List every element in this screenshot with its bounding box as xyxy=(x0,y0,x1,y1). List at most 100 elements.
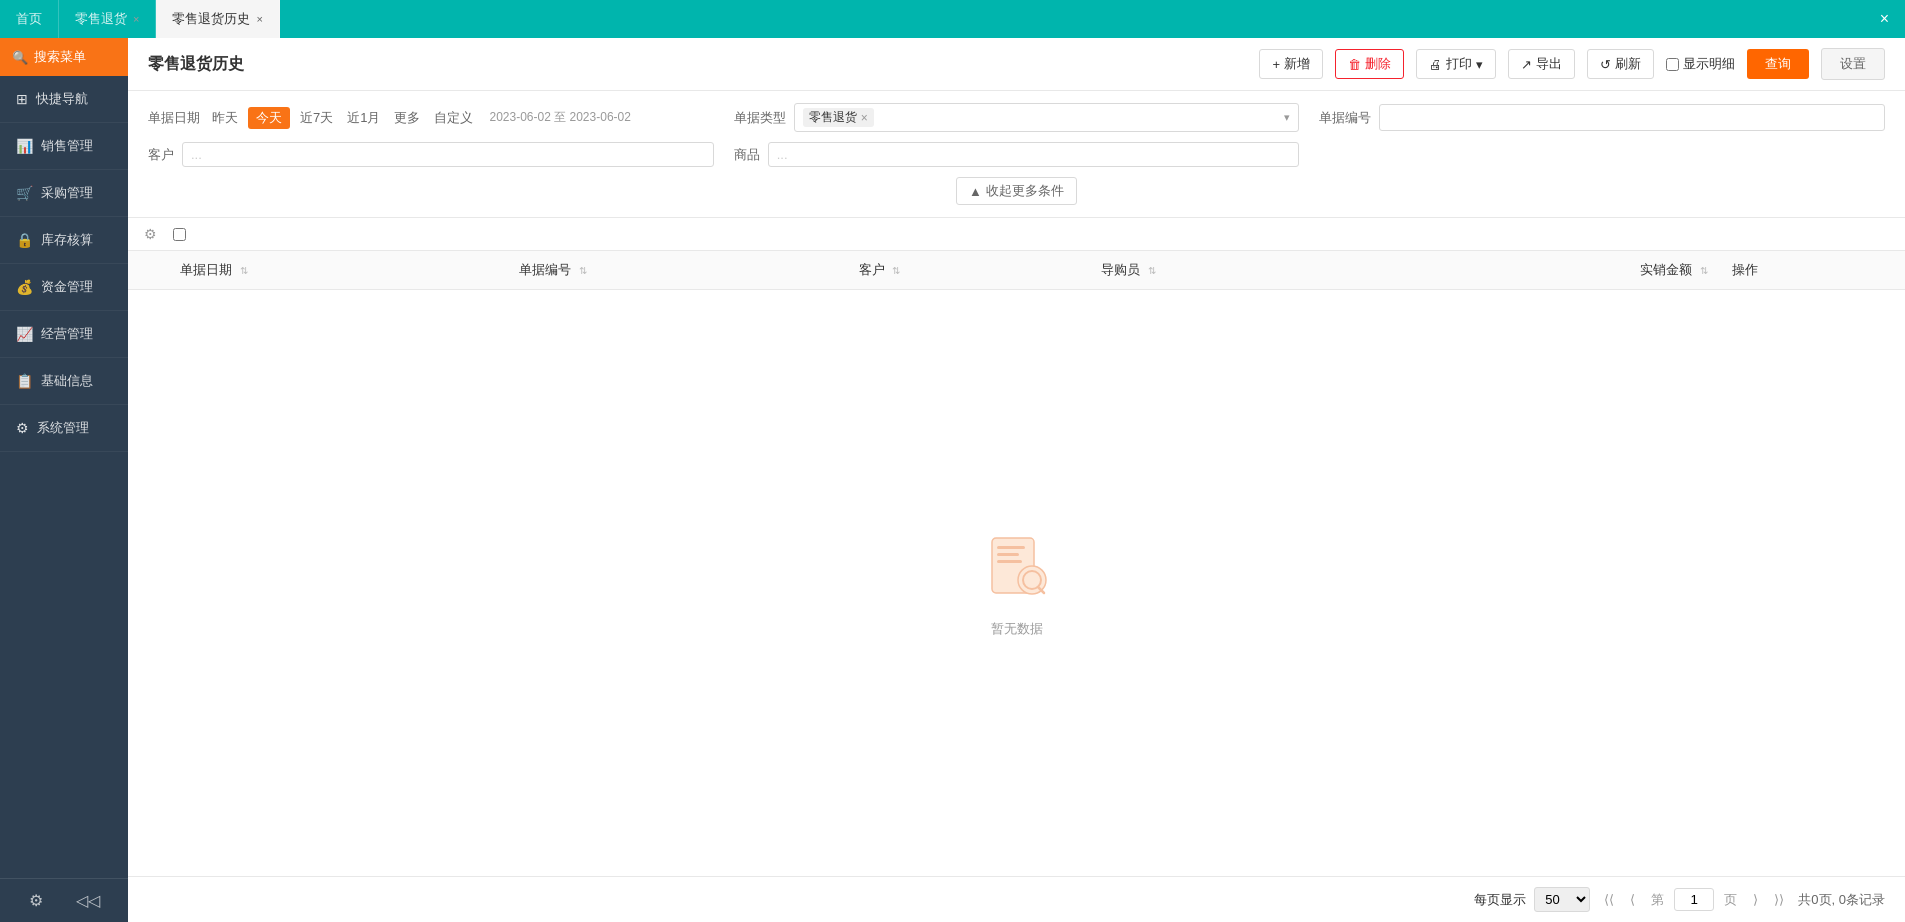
empty-text: 暂无数据 xyxy=(991,620,1043,638)
sidebar-item-system[interactable]: ⚙ 系统管理 xyxy=(0,405,128,452)
date-opt-today[interactable]: 今天 xyxy=(248,107,290,129)
date-opt-1month[interactable]: 近1月 xyxy=(343,107,384,129)
quick-nav-icon: ⊞ xyxy=(16,91,28,107)
pagination: 每页显示 10 20 50 100 ⟨⟨ ⟨ 第 页 ⟩ ⟩⟩ 共0页, 0条记… xyxy=(128,876,1905,922)
query-button[interactable]: 查询 xyxy=(1747,49,1809,79)
refresh-icon: ↺ xyxy=(1600,57,1611,72)
last-page-button[interactable]: ⟩⟩ xyxy=(1768,890,1790,909)
tab-retail-return-label: 零售退货 xyxy=(75,10,127,28)
sidebar-item-base-info[interactable]: 📋 基础信息 xyxy=(0,358,128,405)
prev-page-button[interactable]: ⟨ xyxy=(1624,890,1641,909)
data-table: 单据日期 ⇅ 单据编号 ⇅ 客户 ⇅ 导购员 ⇅ xyxy=(128,251,1905,290)
close-retail-return-tab[interactable]: × xyxy=(133,13,139,25)
main-layout: 🔍 搜索菜单 ⊞ 快捷导航 📊 销售管理 🛒 采购管理 🔒 库存核算 💰 资金管… xyxy=(0,38,1905,922)
sidebar-item-inventory[interactable]: 🔒 库存核算 xyxy=(0,217,128,264)
settings-button[interactable]: 设置 xyxy=(1821,48,1885,80)
date-filter-group: 单据日期 昨天 今天 近7天 近1月 更多 自定义 2023-06-02 至 2… xyxy=(148,107,714,129)
date-opt-custom[interactable]: 自定义 xyxy=(430,107,477,129)
sidebar-item-sales-label: 销售管理 xyxy=(41,137,93,155)
date-filter-label: 单据日期 xyxy=(148,109,200,127)
delete-button[interactable]: 🗑 删除 xyxy=(1335,49,1404,79)
footer-settings-icon[interactable]: ⚙ xyxy=(29,891,43,910)
col-date-label: 单据日期 xyxy=(180,262,232,277)
display-toggle-checkbox[interactable] xyxy=(1666,58,1679,71)
first-page-button[interactable]: ⟨⟨ xyxy=(1598,890,1620,909)
sidebar-item-purchase-mgmt[interactable]: 🛒 采购管理 xyxy=(0,170,128,217)
doc-type-input[interactable]: 零售退货 × ▾ xyxy=(794,103,1300,132)
doc-type-tag-remove[interactable]: × xyxy=(861,111,868,125)
col-guide-sort[interactable]: ⇅ xyxy=(1148,265,1156,276)
new-button[interactable]: + 新增 xyxy=(1259,49,1323,79)
customer-label: 客户 xyxy=(148,146,174,164)
print-button[interactable]: 🖨 打印 ▾ xyxy=(1416,49,1496,79)
tab-home[interactable]: 首页 xyxy=(0,0,59,38)
sidebar-item-finance-label: 资金管理 xyxy=(41,278,93,296)
refresh-button[interactable]: ↺ 刷新 xyxy=(1587,49,1654,79)
display-toggle-label: 显示明细 xyxy=(1683,55,1735,73)
doc-type-value: 零售退货 xyxy=(809,109,857,126)
refresh-label: 刷新 xyxy=(1615,55,1641,73)
sidebar-item-quick-nav-label: 快捷导航 xyxy=(36,90,88,108)
base-info-icon: 📋 xyxy=(16,373,33,389)
close-retail-return-history-tab[interactable]: × xyxy=(256,13,262,25)
sidebar-item-finance[interactable]: 💰 资金管理 xyxy=(0,264,128,311)
date-range-display: 2023-06-02 至 2023-06-02 xyxy=(489,109,630,126)
date-options: 昨天 今天 近7天 近1月 更多 自定义 xyxy=(208,107,477,129)
col-no-label: 单据编号 xyxy=(519,262,571,277)
collapse-row: ▲ 收起更多条件 xyxy=(148,177,1885,205)
doc-no-filter-group: 单据编号 xyxy=(1319,104,1885,131)
table-header-row: 单据日期 ⇅ 单据编号 ⇅ 客户 ⇅ 导购员 ⇅ xyxy=(128,251,1905,290)
print-icon: 🖨 xyxy=(1429,57,1442,72)
table-toolbar: ⚙ xyxy=(128,218,1905,251)
select-all-checkbox[interactable] xyxy=(173,228,186,241)
doc-no-input[interactable] xyxy=(1379,104,1885,131)
sidebar-item-operations-label: 经营管理 xyxy=(41,325,93,343)
sidebar-item-purchase-label: 采购管理 xyxy=(41,184,93,202)
sidebar: 🔍 搜索菜单 ⊞ 快捷导航 📊 销售管理 🛒 采购管理 🔒 库存核算 💰 资金管… xyxy=(0,38,128,922)
window-close-button[interactable]: × xyxy=(1864,10,1905,28)
sidebar-item-quick-nav[interactable]: ⊞ 快捷导航 xyxy=(0,76,128,123)
col-guide-label: 导购员 xyxy=(1101,262,1140,277)
col-amount-sort[interactable]: ⇅ xyxy=(1700,265,1708,276)
date-opt-yesterday[interactable]: 昨天 xyxy=(208,107,242,129)
empty-state: 暂无数据 xyxy=(128,290,1905,876)
tab-retail-return[interactable]: 零售退货 × xyxy=(59,0,156,38)
date-opt-7days[interactable]: 近7天 xyxy=(296,107,337,129)
top-tab-bar: 首页 零售退货 × 零售退货历史 × × xyxy=(0,0,1905,38)
page-input[interactable] xyxy=(1674,888,1714,911)
sidebar-item-base-info-label: 基础信息 xyxy=(41,372,93,390)
col-customer-label: 客户 xyxy=(859,262,885,277)
inventory-icon: 🔒 xyxy=(16,232,33,248)
col-guide: 导购员 ⇅ xyxy=(1089,251,1380,290)
search-icon: 🔍 xyxy=(12,50,28,65)
next-page-button[interactable]: ⟩ xyxy=(1747,890,1764,909)
table-container: ⚙ 单据日期 ⇅ 单据编号 ⇅ xyxy=(128,218,1905,876)
col-date-sort[interactable]: ⇅ xyxy=(240,265,248,276)
collapse-button[interactable]: ▲ 收起更多条件 xyxy=(956,177,1077,205)
footer-audio-icon[interactable]: ◁◁ xyxy=(76,891,100,910)
col-no-sort[interactable]: ⇅ xyxy=(579,265,587,276)
goods-filter-group: 商品 ... xyxy=(734,142,1300,167)
sidebar-item-operations[interactable]: 📈 经营管理 xyxy=(0,311,128,358)
goods-input[interactable]: ... xyxy=(768,142,1300,167)
col-customer-sort[interactable]: ⇅ xyxy=(892,265,900,276)
filter-row-2: 客户 ... 商品 ... xyxy=(148,142,1885,167)
new-icon: + xyxy=(1272,57,1280,72)
table-settings-icon[interactable]: ⚙ xyxy=(144,226,157,242)
sidebar-item-sales-mgmt[interactable]: 📊 销售管理 xyxy=(0,123,128,170)
sidebar-search[interactable]: 🔍 搜索菜单 xyxy=(0,38,128,76)
tab-retail-return-history[interactable]: 零售退货历史 × xyxy=(156,0,279,38)
page-title: 零售退货历史 xyxy=(148,54,244,75)
doc-type-tag: 零售退货 × xyxy=(803,108,874,127)
delete-label: 删除 xyxy=(1365,55,1391,73)
goods-placeholder: ... xyxy=(777,147,788,162)
display-toggle[interactable]: 显示明细 xyxy=(1666,55,1735,73)
new-label: 新增 xyxy=(1284,55,1310,73)
date-opt-more[interactable]: 更多 xyxy=(390,107,424,129)
export-button[interactable]: ↗ 导出 xyxy=(1508,49,1575,79)
doc-type-dropdown-arrow[interactable]: ▾ xyxy=(1284,111,1290,124)
per-page-select[interactable]: 10 20 50 100 xyxy=(1534,887,1590,912)
customer-input[interactable]: ... xyxy=(182,142,714,167)
svg-rect-1 xyxy=(997,546,1025,549)
sales-icon: 📊 xyxy=(16,138,33,154)
